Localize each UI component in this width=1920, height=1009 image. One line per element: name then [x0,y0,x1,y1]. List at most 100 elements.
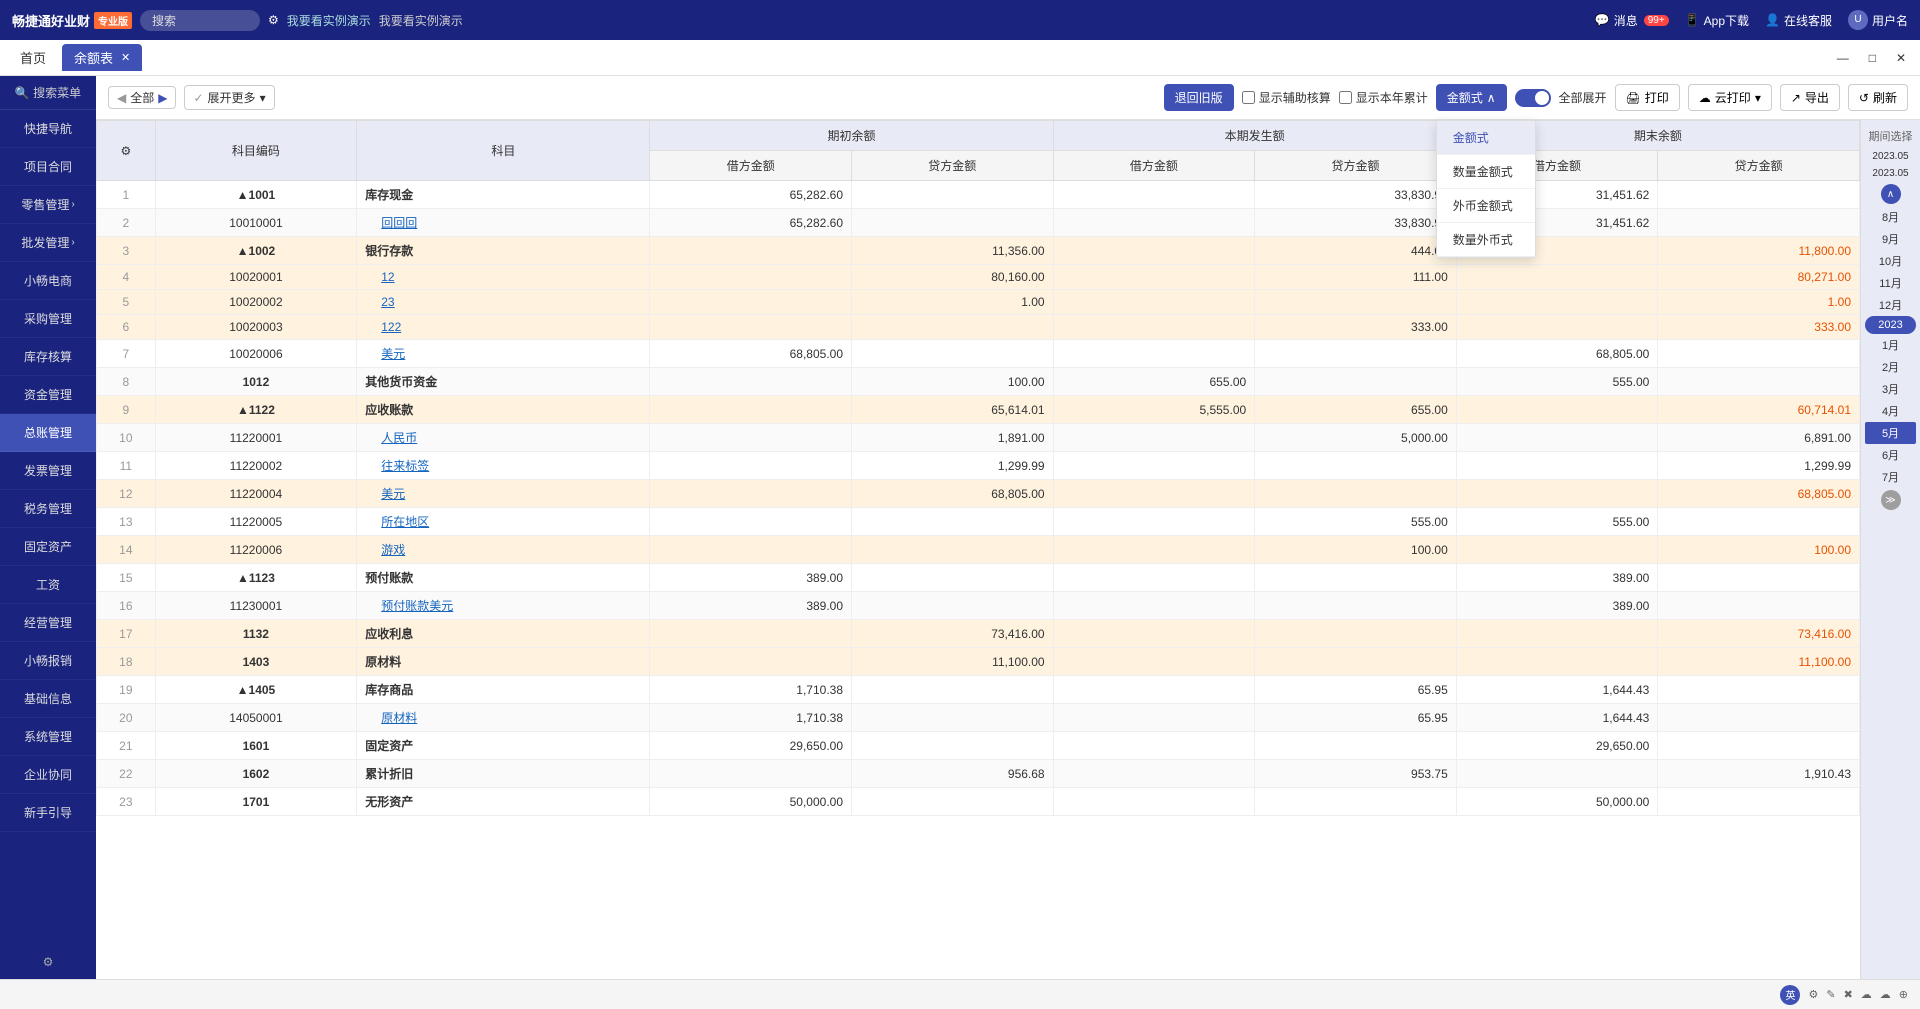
row-subject-cell[interactable]: 应收利息 [357,620,650,648]
show-assist-checkbox[interactable]: 显示辅助核算 [1242,89,1331,106]
sidebar-item-invoice[interactable]: 发票管理 [0,452,96,490]
demo-text[interactable]: 我要看实例演示 [379,12,463,29]
row-subject-cell[interactable]: 预付账款美元 [357,592,650,620]
tab-home[interactable]: 首页 [8,44,58,71]
maximize-btn[interactable]: □ [1863,51,1882,65]
sidebar-item-payroll[interactable]: 工资 [0,566,96,604]
search-box[interactable]: ◀ 全部 ▶ [108,86,176,109]
row-subject-cell[interactable]: 美元 [357,340,650,368]
sidebar-item-project[interactable]: 项目合同 [0,148,96,186]
sidebar-item-assets[interactable]: 固定资产 [0,528,96,566]
menu-item-amount[interactable]: 金额式 [1437,121,1535,155]
show-assist-input[interactable] [1242,91,1255,104]
user-menu[interactable]: U 用户名 [1848,10,1908,30]
row-subject-cell[interactable]: 游戏 [357,536,650,564]
amount-mode-dropdown[interactable]: 金额式 ∧ 金额式 数量金额式 外币金额式 数量外币式 [1436,84,1507,111]
row-subject-cell[interactable]: 所在地区 [357,508,650,536]
row-subject-cell[interactable]: 原材料 [357,648,650,676]
sidebar-item-ledger[interactable]: 总账管理 [0,414,96,452]
row-subject-cell[interactable]: 回回回 [357,209,650,237]
period-prev-btn[interactable]: ∧ [1881,184,1901,204]
sidebar-item-fund[interactable]: 资金管理 [0,376,96,414]
period-7[interactable]: 7月 [1865,466,1916,488]
row-subject-cell[interactable]: 固定资产 [357,732,650,760]
sidebar-settings-btn[interactable]: ⚙ [0,945,96,979]
export-btn[interactable]: ↗ 导出 [1780,84,1840,111]
cloud-print-btn[interactable]: ☁ 云打印 ▾ [1688,84,1772,111]
status-settings[interactable]: ⚙ [1808,988,1818,1001]
sidebar-item-guide[interactable]: 新手引导 [0,794,96,832]
status-close[interactable]: ✖ [1844,988,1853,1001]
sidebar-item-purchase[interactable]: 采购管理 [0,300,96,338]
sidebar-search[interactable]: 🔍 搜索菜单 [0,76,96,110]
sidebar-item-enterprise[interactable]: 企业协同 [0,756,96,794]
sidebar-item-basic[interactable]: 基础信息 [0,680,96,718]
message-btn[interactable]: 💬 消息 99+ [1595,12,1669,29]
period-12[interactable]: 12月 [1865,294,1916,316]
row-subject-cell[interactable]: 预付账款 [357,564,650,592]
row-subject-cell[interactable]: 其他货币资金 [357,368,650,396]
settings-col-header[interactable]: ⚙ [97,121,156,181]
period-4[interactable]: 4月 [1865,400,1916,422]
period-2023-05-2[interactable]: 2023.05 [1865,165,1916,182]
period-11[interactable]: 11月 [1865,272,1916,294]
sidebar-item-sales[interactable]: 小畅报销 [0,642,96,680]
menu-item-foreign-amount[interactable]: 外币金额式 [1437,189,1535,223]
all-expand-toggle[interactable] [1515,89,1551,107]
sidebar-item-inventory[interactable]: 库存核算 [0,338,96,376]
status-lang[interactable]: 英 [1780,985,1800,1005]
menu-item-qty-foreign[interactable]: 数量外币式 [1437,223,1535,257]
online-service-btn[interactable]: 👤 在线客服 [1765,12,1832,29]
print-btn[interactable]: 🖨 打印 [1615,84,1680,111]
row-subject-cell[interactable]: 122 [357,315,650,340]
row-subject-cell[interactable]: 人民币 [357,424,650,452]
sidebar-item-operations[interactable]: 经营管理 [0,604,96,642]
status-cloud1[interactable]: ☁ [1861,988,1872,1001]
period-8[interactable]: 8月 [1865,206,1916,228]
row-subject-cell[interactable]: 累计折旧 [357,760,650,788]
row-subject-cell[interactable]: 往来标签 [357,452,650,480]
expand-btn[interactable]: ✓ 展开更多 ▾ [184,85,274,110]
status-edit[interactable]: ✎ [1826,988,1835,1001]
sidebar-item-system[interactable]: 系统管理 [0,718,96,756]
period-2023-05-1[interactable]: 2023.05 [1865,148,1916,165]
sidebar-item-retail[interactable]: 零售管理 › [0,186,96,224]
return-old-btn[interactable]: 退回旧版 [1164,84,1234,111]
row-subject-cell[interactable]: 应收账款 [357,396,650,424]
sidebar-item-quicknav[interactable]: 快捷导航 [0,110,96,148]
period-collapse-btn[interactable]: ≫ [1881,490,1901,510]
row-subject-cell[interactable]: 12 [357,265,650,290]
row-subject-cell[interactable]: 美元 [357,480,650,508]
minimize-btn[interactable]: — [1831,51,1855,65]
period-5[interactable]: 5月 [1865,422,1916,444]
close-btn[interactable]: ✕ [1890,51,1912,65]
search-right-icon[interactable]: ▶ [158,91,167,105]
demo-link[interactable]: 我要看实例演示 [287,12,371,29]
period-year-2023[interactable]: 2023 [1865,316,1916,334]
period-3[interactable]: 3月 [1865,378,1916,400]
status-add[interactable]: ⊕ [1899,988,1908,1001]
row-subject-cell[interactable]: 原材料 [357,704,650,732]
period-2[interactable]: 2月 [1865,356,1916,378]
row-subject-cell[interactable]: 无形资产 [357,788,650,816]
sidebar-item-wholesale[interactable]: 批发管理 › [0,224,96,262]
row-subject-cell[interactable]: 库存现金 [357,181,650,209]
tab-balance[interactable]: 余额表 ✕ [62,44,142,71]
amount-mode-btn[interactable]: 金额式 ∧ [1436,84,1507,111]
row-subject-cell[interactable]: 库存商品 [357,676,650,704]
show-ytd-input[interactable] [1339,91,1352,104]
period-10[interactable]: 10月 [1865,250,1916,272]
row-subject-cell[interactable]: 23 [357,290,650,315]
sidebar-item-tax[interactable]: 税务管理 [0,490,96,528]
sidebar-item-ecommerce[interactable]: 小畅电商 [0,262,96,300]
period-9[interactable]: 9月 [1865,228,1916,250]
row-subject-cell[interactable]: 银行存款 [357,237,650,265]
status-cloud2[interactable]: ☁ [1880,988,1891,1001]
app-download-btn[interactable]: 📱 App下载 [1685,12,1749,29]
top-settings-icon[interactable]: ⚙ [268,13,279,27]
period-6[interactable]: 6月 [1865,444,1916,466]
show-ytd-checkbox[interactable]: 显示本年累计 [1339,89,1428,106]
menu-item-qty-amount[interactable]: 数量金额式 [1437,155,1535,189]
refresh-btn[interactable]: ↺ 刷新 [1848,84,1908,111]
period-1[interactable]: 1月 [1865,334,1916,356]
